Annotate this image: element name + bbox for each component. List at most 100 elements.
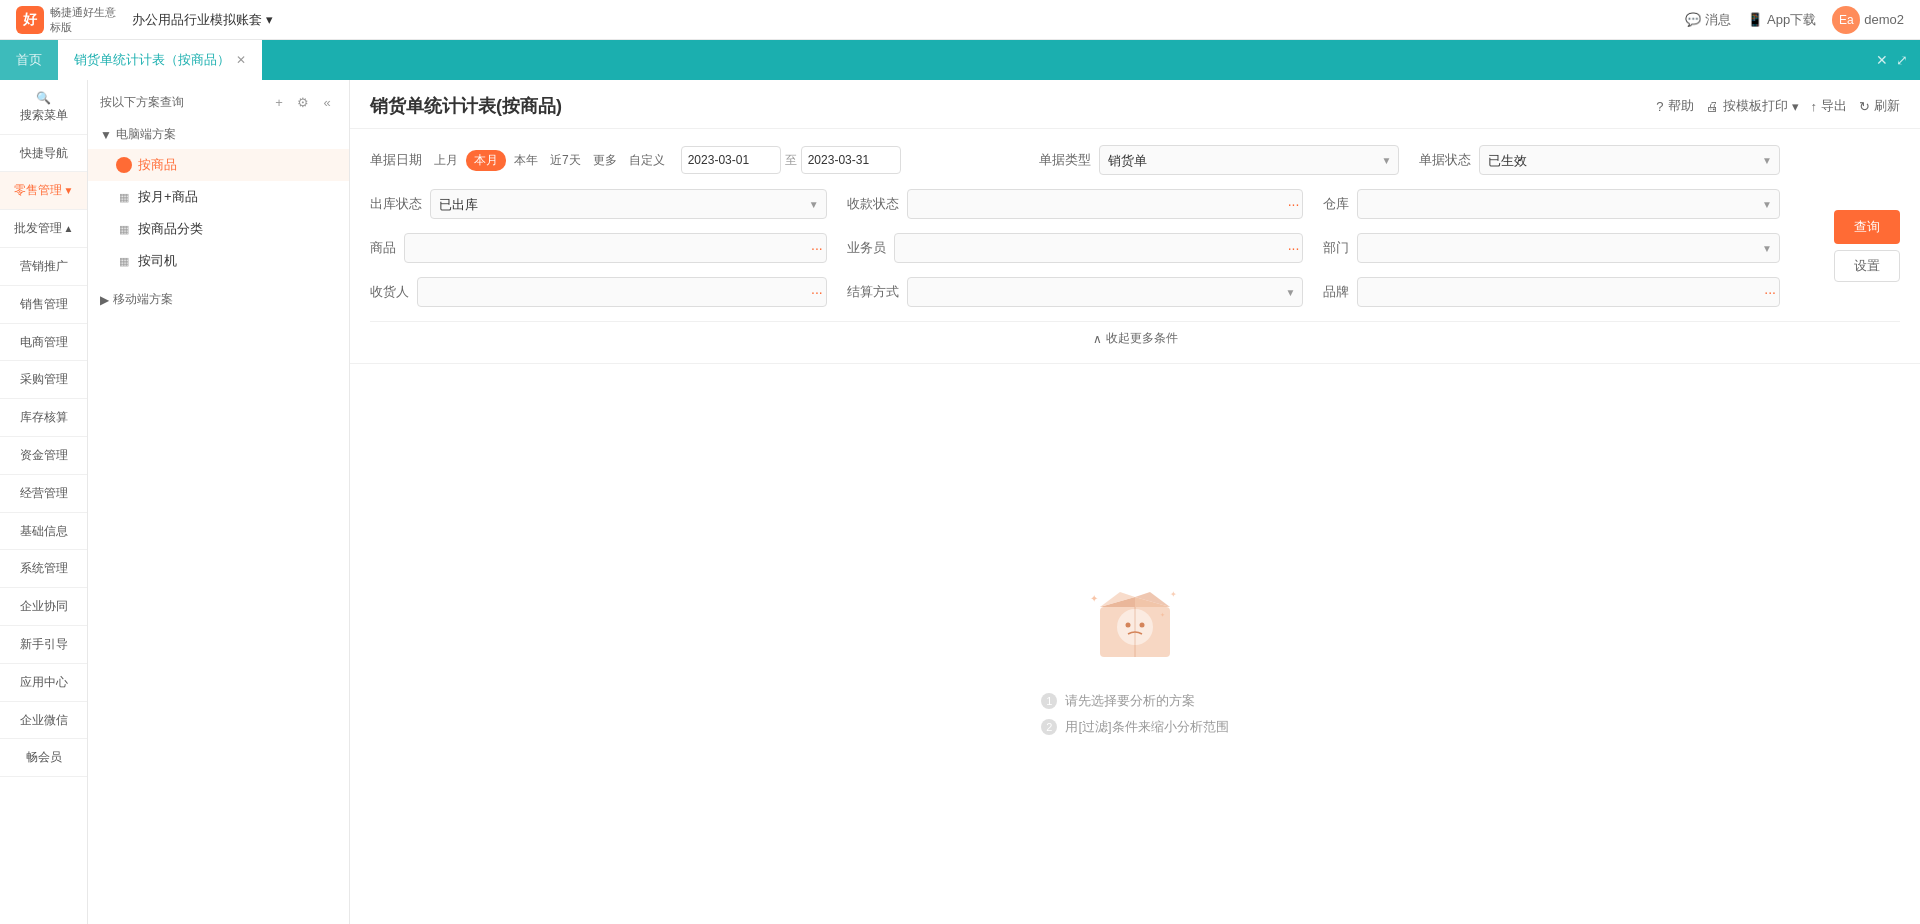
department-select[interactable] (1357, 233, 1780, 263)
right-panel: 销货单统计计表(按商品) ? 帮助 🖨 按模板打印 ▾ (350, 80, 1920, 924)
empty-state: ✦ ✦ ✦ 1 请先选择要分析的方案 2 用[过滤]条件来缩小分析范围 (350, 364, 1920, 924)
filter-field-department: 部门 (1323, 233, 1900, 263)
export-btn[interactable]: ↑ 导出 (1811, 97, 1848, 115)
sidebar-item-guide[interactable]: 新手引导 (0, 626, 87, 664)
empty-illustration: ✦ ✦ ✦ (1075, 552, 1195, 672)
department-label: 部门 (1323, 239, 1349, 257)
salesperson-dots-icon[interactable]: ··· (1288, 240, 1300, 256)
message-btn[interactable]: 💬 消息 (1685, 11, 1731, 29)
filter-field-warehouse: 仓库 (1323, 189, 1900, 219)
sidebar-item-purchase[interactable]: 采购管理 (0, 361, 87, 399)
sidebar-wholesale-label: 批发管理 (14, 220, 62, 237)
sidebar-item-inventory[interactable]: 库存核算 (0, 399, 87, 437)
content-area: 按以下方案查询 + ⚙ « (88, 80, 1920, 924)
sidebar-item-search[interactable]: 🔍 搜索菜单 (0, 80, 87, 135)
left-panel-title: 按以下方案查询 (100, 94, 263, 111)
filter-field-doctype: 单据类型 销货单 (1039, 145, 1400, 175)
warehouse-select-wrapper (1357, 189, 1780, 219)
docstatus-select[interactable]: 已生效 (1479, 145, 1780, 175)
help-btn[interactable]: ? 帮助 (1656, 97, 1693, 115)
user-area[interactable]: Ea demo2 (1832, 6, 1904, 34)
date-to-input[interactable] (801, 146, 901, 174)
sidebar-item-enterprise[interactable]: 企业协同 (0, 588, 87, 626)
tip-1-text: 请先选择要分析的方案 (1065, 692, 1195, 710)
tab-home[interactable]: 首页 (0, 40, 58, 80)
tab-close-icon[interactable]: ✕ (236, 53, 246, 67)
scheme-item-driver[interactable]: ▦ 按司机 (88, 245, 349, 277)
sidebar-system-label: 系统管理 (20, 561, 68, 575)
scheme-group-mobile: ▶ 移动端方案 (88, 285, 349, 322)
sidebar-item-basic[interactable]: 基础信息 (0, 513, 87, 551)
settlement-select[interactable] (907, 277, 1304, 307)
sidebar-item-appcenter[interactable]: 应用中心 (0, 664, 87, 702)
sidebar-sales-label: 销售管理 (20, 297, 68, 311)
main-layout: 🔍 搜索菜单 快捷导航 零售管理 ▼ 批发管理 ▲ 营销推广 销售管理 电商管理… (0, 80, 1920, 924)
brand-input[interactable] (1357, 277, 1780, 307)
stockstatus-select[interactable]: 已出库 (430, 189, 827, 219)
shortcut-last-month[interactable]: 上月 (430, 150, 462, 171)
print-label: 按模板打印 (1723, 97, 1788, 115)
sidebar-item-sales[interactable]: 销售管理 (0, 286, 87, 324)
sidebar-item-member[interactable]: 畅会员 (0, 739, 87, 777)
doctype-select[interactable]: 销货单 (1099, 145, 1400, 175)
shortcut-custom[interactable]: 自定义 (625, 150, 669, 171)
sidebar-item-marketing[interactable]: 营销推广 (0, 248, 87, 286)
export-label: 导出 (1821, 97, 1847, 115)
tab-close-window-icon[interactable]: ✕ (1876, 52, 1888, 68)
sidebar-purchase-label: 采购管理 (20, 372, 68, 386)
sidebar-item-quick-nav[interactable]: 快捷导航 (0, 135, 87, 173)
settings-scheme-btn[interactable]: ⚙ (293, 92, 313, 112)
goods-input[interactable] (404, 233, 827, 263)
refresh-btn[interactable]: ↻ 刷新 (1859, 97, 1900, 115)
scheme-item-category[interactable]: ▦ 按商品分类 (88, 213, 349, 245)
settings-button[interactable]: 设置 (1834, 250, 1900, 282)
tab-window-controls: ✕ ⤢ (1876, 52, 1920, 68)
date-from-input[interactable] (681, 146, 781, 174)
logo-icon: 好 (16, 6, 44, 34)
warehouse-select[interactable] (1357, 189, 1780, 219)
sidebar-item-wechat[interactable]: 企业微信 (0, 702, 87, 740)
salesperson-input[interactable] (894, 233, 1304, 263)
sidebar-item-wholesale[interactable]: 批发管理 ▲ (0, 210, 87, 248)
scheme-item-month-goods[interactable]: ▦ 按月+商品 (88, 181, 349, 213)
sidebar-item-finance[interactable]: 资金管理 (0, 437, 87, 475)
app-selector[interactable]: 办公用品行业模拟账套 ▾ (124, 7, 281, 33)
scheme-active-icon (116, 157, 132, 173)
sidebar-item-retail[interactable]: 零售管理 ▼ (0, 172, 87, 210)
empty-tips: 1 请先选择要分析的方案 2 用[过滤]条件来缩小分析范围 (1041, 692, 1228, 736)
sidebar: 🔍 搜索菜单 快捷导航 零售管理 ▼ 批发管理 ▲ 营销推广 销售管理 电商管理… (0, 80, 88, 924)
query-button[interactable]: 查询 (1834, 210, 1900, 244)
sidebar-item-ecommerce[interactable]: 电商管理 (0, 324, 87, 362)
scheme-group-mobile-header[interactable]: ▶ 移动端方案 (88, 285, 349, 314)
scheme-group-pc-header[interactable]: ▼ 电脑端方案 (88, 120, 349, 149)
sidebar-item-operation[interactable]: 经营管理 (0, 475, 87, 513)
left-panel-header: 按以下方案查询 + ⚙ « (88, 92, 349, 120)
user-name: demo2 (1864, 12, 1904, 27)
brand-dots-icon[interactable]: ··· (1764, 284, 1776, 300)
tab-sales-stat[interactable]: 销货单统计计表（按商品） ✕ (58, 40, 262, 80)
scheme-item-by-goods[interactable]: 按商品 (88, 149, 349, 181)
shortcut-this-year[interactable]: 本年 (510, 150, 542, 171)
help-label: 帮助 (1668, 97, 1694, 115)
sidebar-basic-label: 基础信息 (20, 524, 68, 538)
sidebar-enterprise-label: 企业协同 (20, 599, 68, 613)
paymentstatus-input[interactable] (907, 189, 1304, 219)
print-btn[interactable]: 🖨 按模板打印 ▾ (1706, 97, 1799, 115)
tab-expand-icon[interactable]: ⤢ (1896, 52, 1908, 68)
receiver-input[interactable] (417, 277, 827, 307)
shortcut-this-month[interactable]: 本月 (466, 150, 506, 171)
collapse-panel-btn[interactable]: « (317, 92, 337, 112)
sidebar-item-system[interactable]: 系统管理 (0, 550, 87, 588)
page-content: 按以下方案查询 + ⚙ « (88, 80, 1920, 924)
svg-text:✦: ✦ (1170, 590, 1177, 599)
add-scheme-btn[interactable]: + (269, 92, 289, 112)
goods-dots-icon[interactable]: ··· (811, 240, 823, 256)
shortcut-more[interactable]: 更多 (589, 150, 621, 171)
collapse-more-btn[interactable]: ∧ 收起更多条件 (370, 321, 1900, 355)
shortcut-7days[interactable]: 近7天 (546, 150, 585, 171)
receiver-dots-icon[interactable]: ··· (811, 284, 823, 300)
paymentstatus-dots-icon[interactable]: ··· (1288, 196, 1300, 212)
left-panel: 按以下方案查询 + ⚙ « (88, 80, 350, 924)
app-download-btn[interactable]: 📱 App下载 (1747, 11, 1816, 29)
grid-icon: ▦ (116, 189, 132, 205)
